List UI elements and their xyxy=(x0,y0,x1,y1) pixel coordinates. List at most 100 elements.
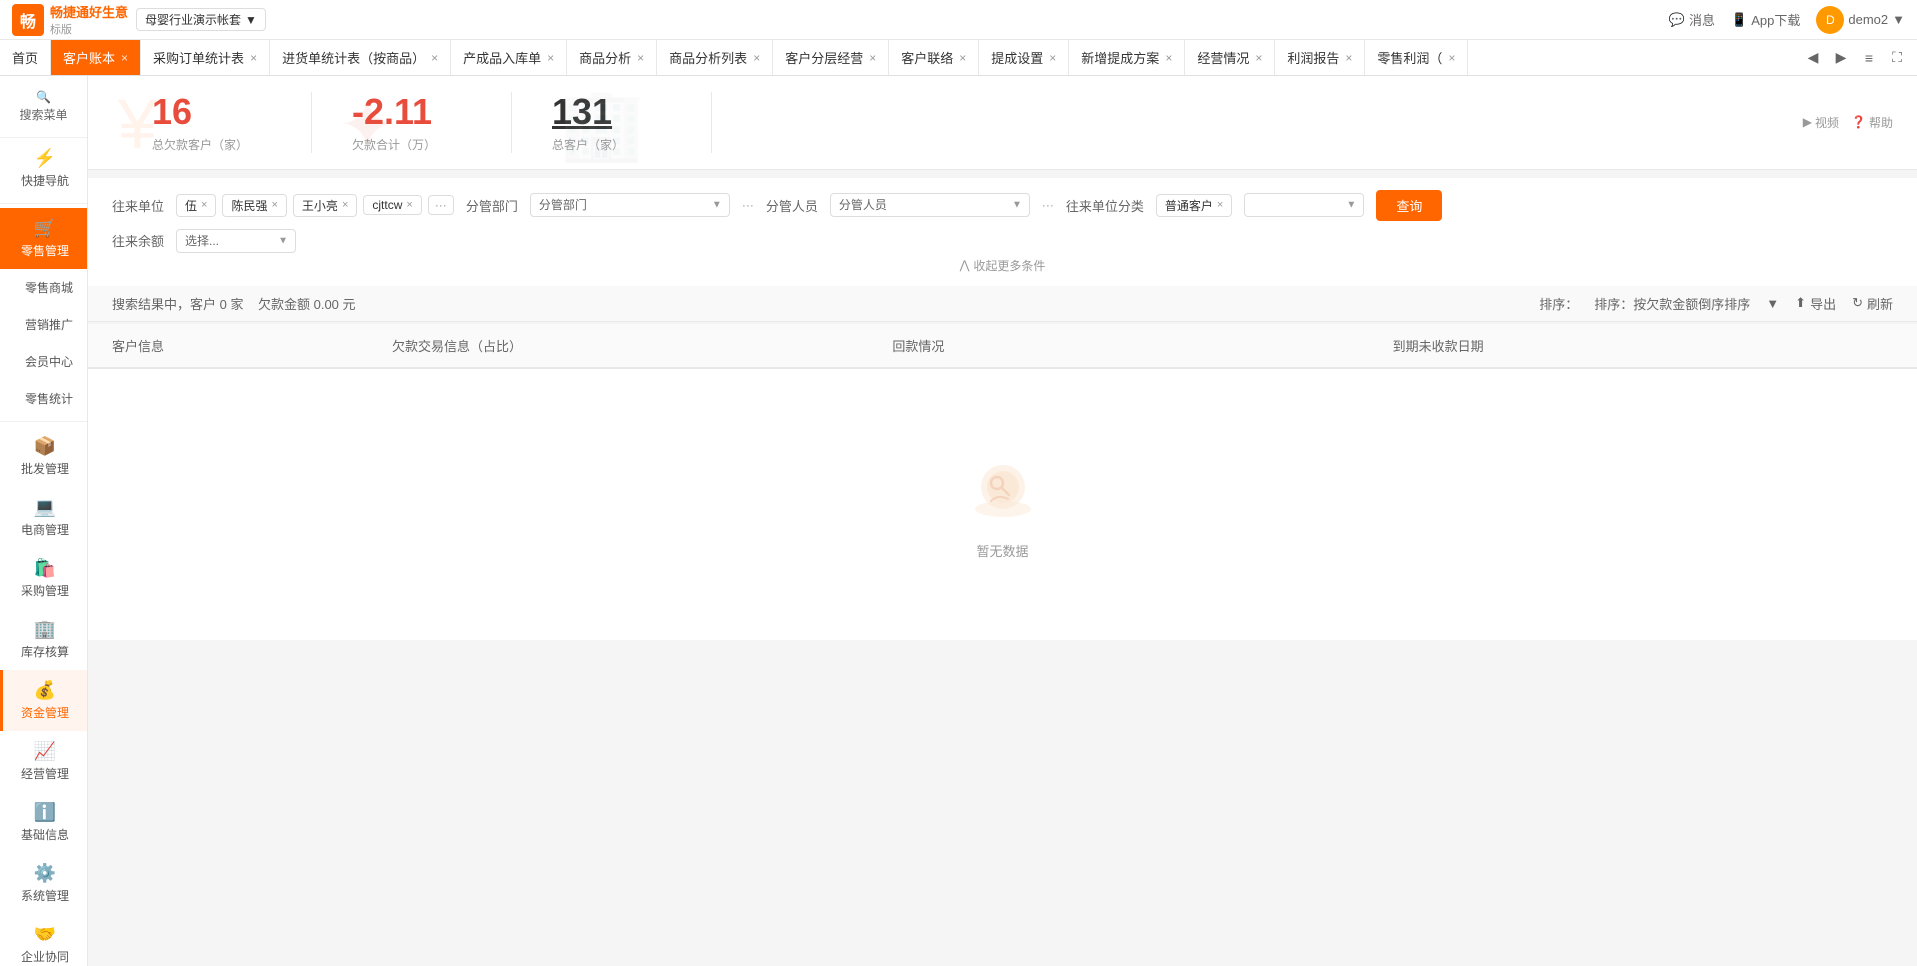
chevron-up-icon: ⋀ xyxy=(960,258,970,272)
sidebar-item-operation[interactable]: 📈 经营管理 xyxy=(0,731,87,792)
unit-more-tags[interactable]: ··· xyxy=(428,195,454,215)
close-tab-icon[interactable]: × xyxy=(1165,51,1172,65)
operation-icon: 📈 xyxy=(34,741,56,762)
tabs-expand-btn[interactable]: ⛶ xyxy=(1885,46,1909,70)
query-button[interactable]: 查询 xyxy=(1376,190,1442,221)
close-tab-icon[interactable]: × xyxy=(1255,51,1262,65)
inventory-icon: 🏢 xyxy=(34,619,56,640)
table-header: 客户信息 欠款交易信息（占比） 回款情况 到期未收款日期 xyxy=(88,324,1917,369)
close-tag-wu[interactable]: × xyxy=(201,199,207,211)
export-icon: ⬆ xyxy=(1795,295,1806,311)
close-tag-wang[interactable]: × xyxy=(342,199,348,211)
person-select-wrap: 分管人员 xyxy=(830,193,1030,217)
help-icon: ❓ xyxy=(1851,115,1866,129)
sidebar-item-collab[interactable]: 🤝 企业协同 xyxy=(0,914,87,966)
close-tag-cjttcw[interactable]: × xyxy=(406,199,412,211)
unit-filter-label: 往来单位 xyxy=(112,196,164,215)
tab-new-suggest[interactable]: 新增提成方案 × xyxy=(1069,40,1185,76)
collapse-more-conditions-btn[interactable]: ⋀ 收起更多条件 xyxy=(960,257,1046,274)
tabs-next-btn[interactable]: ▶ xyxy=(1829,46,1853,70)
message-btn[interactable]: 💬 消息 xyxy=(1669,10,1715,29)
logo-area: 畅 畅捷通好生意 标版 xyxy=(12,2,128,37)
topbar: 畅 畅捷通好生意 标版 母婴行业演示帐套 ▼ 💬 消息 📱 App下载 D de… xyxy=(0,0,1917,40)
sidebar-item-basic-info[interactable]: ℹ️ 基础信息 xyxy=(0,792,87,853)
stat-bg-icon-2: ✦ xyxy=(338,84,397,166)
empty-icon xyxy=(963,449,1043,529)
tab-suggest-settings[interactable]: 提成设置 × xyxy=(979,40,1069,76)
balance-filter-label: 往来余额 xyxy=(112,231,164,250)
search-menu-btn[interactable]: 🔍 搜索菜单 xyxy=(8,86,79,127)
sidebar-item-ecommerce[interactable]: 💻 电商管理 xyxy=(0,487,87,548)
close-tab-icon[interactable]: × xyxy=(637,51,644,65)
tab-purchase-order[interactable]: 采购订单统计表 × xyxy=(141,40,270,76)
sidebar-item-capital[interactable]: 💰 资金管理 xyxy=(0,670,87,731)
sidebar-item-quicknav[interactable]: ⚡ 快捷导航 xyxy=(0,138,87,199)
logo-text: 畅捷通好生意 标版 xyxy=(50,2,128,37)
unit-category-select[interactable] xyxy=(1244,193,1364,217)
capital-icon: 💰 xyxy=(34,680,56,701)
unit-tags: 伍 × 陈民强 × 王小亮 × cjttcw × ··· xyxy=(176,194,454,217)
sort-chevron-icon: ▼ xyxy=(1766,296,1779,311)
help-btn[interactable]: ❓ 帮助 xyxy=(1851,114,1893,131)
tab-profit-report[interactable]: 利润报告 × xyxy=(1275,40,1365,76)
tab-product-analysis[interactable]: 商品分析 × xyxy=(567,40,657,76)
close-tab-icon[interactable]: × xyxy=(1049,51,1056,65)
close-tab-icon[interactable]: × xyxy=(431,51,438,65)
sidebar-search-area: 🔍 搜索菜单 xyxy=(0,76,87,138)
stat-bg-icon-1: ¥ xyxy=(118,84,157,164)
debt-customers-value: 16 xyxy=(152,92,192,132)
empty-text: 暂无数据 xyxy=(976,541,1028,560)
unit-category-tag: 普通客户 × xyxy=(1156,194,1232,217)
filter-area: 往来单位 伍 × 陈民强 × 王小亮 × cjttcw xyxy=(88,178,1917,286)
tab-customer-contact[interactable]: 客户联络 × xyxy=(889,40,979,76)
refresh-btn[interactable]: ↻ 刷新 xyxy=(1852,294,1893,313)
data-table: 客户信息 欠款交易信息（占比） 回款情况 到期未收款日期 xyxy=(88,324,1917,640)
tab-retail-profit[interactable]: 零售利润（ × xyxy=(1365,40,1468,76)
tabs-prev-btn[interactable]: ◀ xyxy=(1801,46,1825,70)
tab-customer-tier[interactable]: 客户分层经营 × xyxy=(773,40,889,76)
close-category-tag[interactable]: × xyxy=(1217,199,1223,211)
dept-select[interactable]: 分管部门 xyxy=(530,193,730,217)
close-tab-icon[interactable]: × xyxy=(250,51,257,65)
col-due-date: 到期未收款日期 xyxy=(1393,336,1893,355)
video-help-btn[interactable]: ▶ 视频 xyxy=(1803,114,1839,131)
refresh-icon: ↻ xyxy=(1852,295,1863,311)
close-tab-icon[interactable]: × xyxy=(1345,51,1352,65)
close-tab-icon[interactable]: × xyxy=(753,51,760,65)
sort-select[interactable]: 排序：按欠款金额倒序排序 xyxy=(1594,294,1750,313)
close-tab-icon[interactable]: × xyxy=(1448,51,1455,65)
search-icon: 🔍 xyxy=(36,90,51,104)
close-tab-icon[interactable]: × xyxy=(121,51,128,65)
account-selector[interactable]: 母婴行业演示帐套 ▼ xyxy=(136,8,266,31)
sidebar-item-retail-mall[interactable]: 零售商城 xyxy=(0,269,87,306)
user-menu[interactable]: D demo2 ▼ xyxy=(1816,6,1905,34)
close-tab-icon[interactable]: × xyxy=(959,51,966,65)
tab-customer-account[interactable]: 客户账本 × xyxy=(51,40,141,76)
balance-select[interactable]: 选择... xyxy=(176,229,296,253)
tab-import-stat[interactable]: 进货单统计表（按商品） × xyxy=(270,40,451,76)
tab-product-entry[interactable]: 产成品入库单 × xyxy=(451,40,567,76)
sidebar-item-system[interactable]: ⚙️ 系统管理 xyxy=(0,853,87,914)
export-btn[interactable]: ⬆ 导出 xyxy=(1795,294,1836,313)
tab-product-analysis-list[interactable]: 商品分析列表 × xyxy=(657,40,773,76)
sidebar: 🔍 搜索菜单 ⚡ 快捷导航 🛒 零售管理 零售商城 营销推广 会员中心 零售统计… xyxy=(0,76,88,966)
sort-label: 排序： xyxy=(1539,294,1578,313)
sidebar-item-marketing[interactable]: 营销推广 xyxy=(0,306,87,343)
sidebar-item-purchase[interactable]: 🛍️ 采购管理 xyxy=(0,548,87,609)
sidebar-item-member[interactable]: 会员中心 xyxy=(0,343,87,380)
filter-row-1: 往来单位 伍 × 陈民强 × 王小亮 × cjttcw xyxy=(112,190,1893,221)
app-download-btn[interactable]: 📱 App下载 xyxy=(1731,10,1800,29)
sidebar-item-inventory[interactable]: 🏢 库存核算 xyxy=(0,609,87,670)
person-select[interactable]: 分管人员 xyxy=(830,193,1030,217)
unit-tag-chen: 陈民强 × xyxy=(222,194,286,217)
tab-operation[interactable]: 经营情况 × xyxy=(1185,40,1275,76)
tab-home[interactable]: 首页 xyxy=(0,40,51,76)
play-icon: ▶ xyxy=(1803,115,1812,129)
close-tab-icon[interactable]: × xyxy=(547,51,554,65)
sidebar-item-retail-mgmt[interactable]: 🛒 零售管理 xyxy=(0,208,87,269)
sidebar-item-retail-stat[interactable]: 零售统计 xyxy=(0,380,87,417)
sidebar-item-wholesale[interactable]: 📦 批发管理 xyxy=(0,426,87,487)
close-tag-chen[interactable]: × xyxy=(271,199,277,211)
close-tab-icon[interactable]: × xyxy=(869,51,876,65)
tabs-menu-btn[interactable]: ≡ xyxy=(1857,46,1881,70)
